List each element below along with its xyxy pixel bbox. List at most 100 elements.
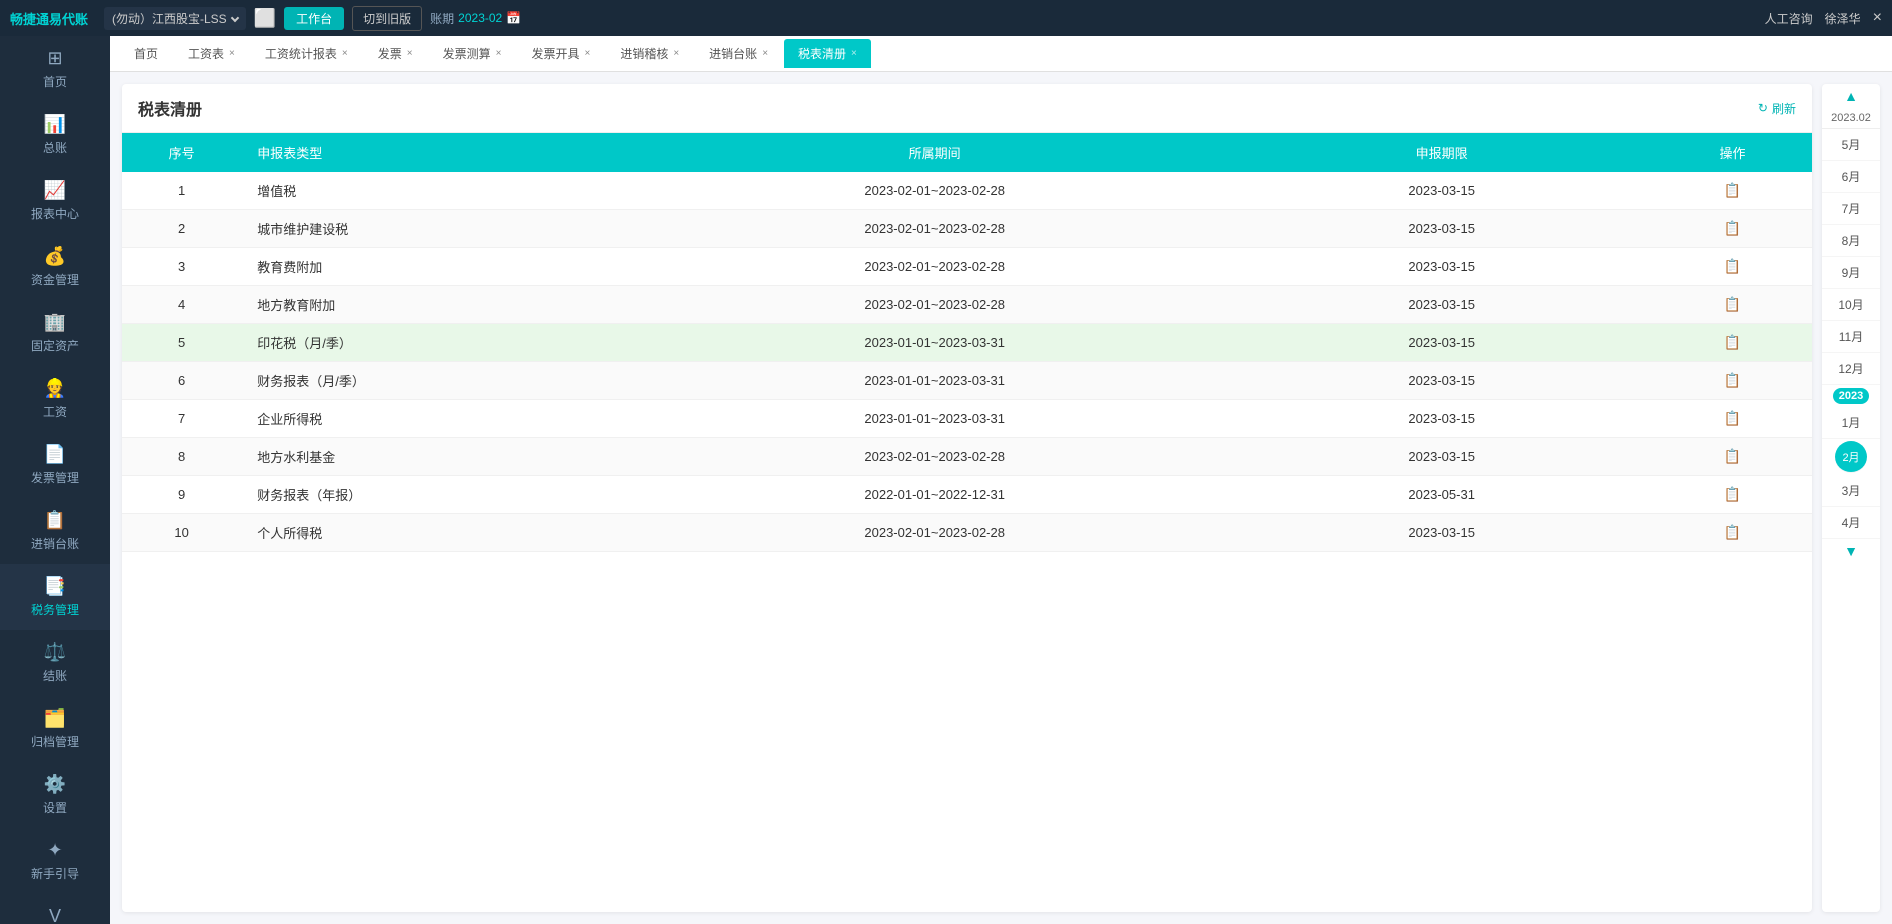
cell-period: 2023-02-01~2023-02-28: [639, 286, 1231, 324]
month-item-7[interactable]: 7月: [1822, 193, 1880, 225]
tab-purchase-check[interactable]: 进销稽核 ×: [606, 39, 693, 68]
tab-close-salary-stats[interactable]: ×: [342, 48, 348, 59]
month-item-3[interactable]: 3月: [1822, 475, 1880, 507]
scroll-down-arrow[interactable]: ▼: [1840, 539, 1862, 563]
tab-bar: 首页 工资表 × 工资统计报表 × 发票 × 发票测算 × 发票开具 ×: [110, 36, 1892, 72]
month-item-4[interactable]: 4月: [1822, 507, 1880, 539]
table-row: 5印花税（月/季）2023-01-01~2023-03-312023-03-15…: [122, 324, 1812, 362]
home-icon: ⊞: [47, 48, 62, 69]
sidebar-item-purchase-sales[interactable]: 📋 进销台账: [0, 498, 110, 564]
col-action: 操作: [1653, 133, 1812, 172]
action-icon-btn[interactable]: 📋: [1724, 220, 1741, 236]
tab-salary-table[interactable]: 工资表 ×: [174, 39, 249, 68]
tab-close-tax-register[interactable]: ×: [851, 48, 857, 59]
purchase-icon: 📋: [44, 510, 66, 531]
tab-invoice[interactable]: 发票 ×: [364, 39, 427, 68]
switch-old-button[interactable]: 切到旧版: [352, 6, 422, 31]
action-icon-btn[interactable]: 📋: [1724, 372, 1741, 388]
month-item-11[interactable]: 11月: [1822, 321, 1880, 353]
table-row: 3教育费附加2023-02-01~2023-02-282023-03-15📋: [122, 248, 1812, 286]
action-icon-btn[interactable]: 📋: [1724, 486, 1741, 502]
action-icon-btn[interactable]: 📋: [1724, 448, 1741, 464]
tab-invoice-open-label: 发票开具: [531, 45, 579, 62]
sidebar-item-archive-mgmt[interactable]: 🗂️ 归档管理: [0, 696, 110, 762]
tab-invoice-open[interactable]: 发票开具 ×: [517, 39, 604, 68]
month-item-9[interactable]: 9月: [1822, 257, 1880, 289]
tab-close-purchase-check[interactable]: ×: [673, 48, 679, 59]
tab-invoice-calc[interactable]: 发票测算 ×: [429, 39, 516, 68]
tab-close-invoice-open[interactable]: ×: [584, 48, 590, 59]
tab-close-invoice[interactable]: ×: [407, 48, 413, 59]
col-no: 序号: [122, 133, 241, 172]
table-row: 10个人所得税2023-02-01~2023-02-282023-03-15📋: [122, 514, 1812, 552]
archive-icon: 🗂️: [44, 708, 66, 729]
sidebar-label-new-guide: 新手引导: [31, 865, 79, 882]
cell-action: 📋: [1653, 286, 1812, 324]
cell-type: 企业所得税: [241, 400, 639, 438]
sidebar-item-vip[interactable]: V 畅会员: [0, 894, 110, 924]
close-button[interactable]: ×: [1873, 9, 1882, 27]
cell-no: 1: [122, 172, 241, 210]
tab-purchase-ledger[interactable]: 进销台账 ×: [695, 39, 782, 68]
sidebar-item-settings[interactable]: ⚙️ 设置: [0, 762, 110, 828]
tab-invoice-label: 发票: [378, 45, 402, 62]
cell-deadline: 2023-03-15: [1230, 248, 1653, 286]
scroll-up-arrow[interactable]: ▲: [1840, 84, 1862, 108]
sidebar-item-salary[interactable]: 👷 工资: [0, 366, 110, 432]
cell-deadline: 2023-03-15: [1230, 210, 1653, 248]
sidebar-item-report-center[interactable]: 📈 报表中心: [0, 168, 110, 234]
cell-period: 2022-01-01~2022-12-31: [639, 476, 1231, 514]
sidebar-item-home[interactable]: ⊞ 首页: [0, 36, 110, 102]
main-panel: 税表清册 ↻ 刷新 序号 申报表类型 所属期间 申报期限: [122, 84, 1812, 912]
month-item-12[interactable]: 12月: [1822, 353, 1880, 385]
action-icon-btn[interactable]: 📋: [1724, 334, 1741, 350]
page-title: 税表清册: [138, 96, 202, 120]
company-selector[interactable]: (勿动）江西股宝-LSS: [104, 7, 246, 30]
month-item-8[interactable]: 8月: [1822, 225, 1880, 257]
sidebar-label-settlement: 结账: [43, 667, 67, 684]
month-item-2-active[interactable]: 2月: [1835, 441, 1867, 473]
action-icon-btn[interactable]: 📋: [1724, 258, 1741, 274]
workspace-button[interactable]: 工作台: [284, 7, 344, 30]
username[interactable]: 徐泽华: [1825, 10, 1861, 27]
cell-period: 2023-01-01~2023-03-31: [639, 324, 1231, 362]
cell-period: 2023-01-01~2023-03-31: [639, 362, 1231, 400]
action-icon-btn[interactable]: 📋: [1724, 182, 1741, 198]
sidebar-item-fixed-assets[interactable]: 🏢 固定资产: [0, 300, 110, 366]
guide-icon: ✦: [47, 840, 62, 861]
refresh-button[interactable]: ↻ 刷新: [1758, 100, 1796, 117]
sidebar-label-salary: 工资: [43, 403, 67, 420]
action-icon-btn[interactable]: 📋: [1724, 410, 1741, 426]
content-area: 首页 工资表 × 工资统计报表 × 发票 × 发票测算 × 发票开具 ×: [110, 36, 1892, 924]
month-item-1[interactable]: 1月: [1822, 407, 1880, 439]
tab-home[interactable]: 首页: [120, 39, 172, 68]
cell-no: 5: [122, 324, 241, 362]
refresh-icon: ↻: [1758, 101, 1768, 115]
action-icon-btn[interactable]: 📋: [1724, 524, 1741, 540]
action-icon-btn[interactable]: 📋: [1724, 296, 1741, 312]
human-consult[interactable]: 人工咨询: [1765, 10, 1813, 27]
tab-salary-stats[interactable]: 工资统计报表 ×: [251, 39, 362, 68]
tab-close-salary-table[interactable]: ×: [229, 48, 235, 59]
sidebar-item-settlement[interactable]: ⚖️ 结账: [0, 630, 110, 696]
sidebar-item-capital-mgmt[interactable]: 💰 资金管理: [0, 234, 110, 300]
cell-no: 10: [122, 514, 241, 552]
month-item-5[interactable]: 5月: [1822, 129, 1880, 161]
month-item-10[interactable]: 10月: [1822, 289, 1880, 321]
sidebar-item-general-ledger[interactable]: 📊 总账: [0, 102, 110, 168]
tab-close-purchase-ledger[interactable]: ×: [762, 48, 768, 59]
sidebar-item-new-guide[interactable]: ✦ 新手引导: [0, 828, 110, 894]
calendar-icon[interactable]: 📅: [506, 11, 521, 25]
sidebar-label-capital-mgmt: 资金管理: [31, 271, 79, 288]
cell-deadline: 2023-03-15: [1230, 400, 1653, 438]
cell-period: 2023-01-01~2023-03-31: [639, 400, 1231, 438]
sidebar-item-tax-mgmt[interactable]: 📑 税务管理: [0, 564, 110, 630]
tab-close-invoice-calc[interactable]: ×: [496, 48, 502, 59]
sidebar-item-invoice-mgmt[interactable]: 📄 发票管理: [0, 432, 110, 498]
month-item-6[interactable]: 6月: [1822, 161, 1880, 193]
period-selector: 账期 2023-02 📅: [430, 10, 521, 27]
cell-no: 7: [122, 400, 241, 438]
salary-icon: 👷: [44, 378, 66, 399]
cell-type: 印花税（月/季）: [241, 324, 639, 362]
tab-tax-register[interactable]: 税表清册 ×: [784, 39, 871, 68]
